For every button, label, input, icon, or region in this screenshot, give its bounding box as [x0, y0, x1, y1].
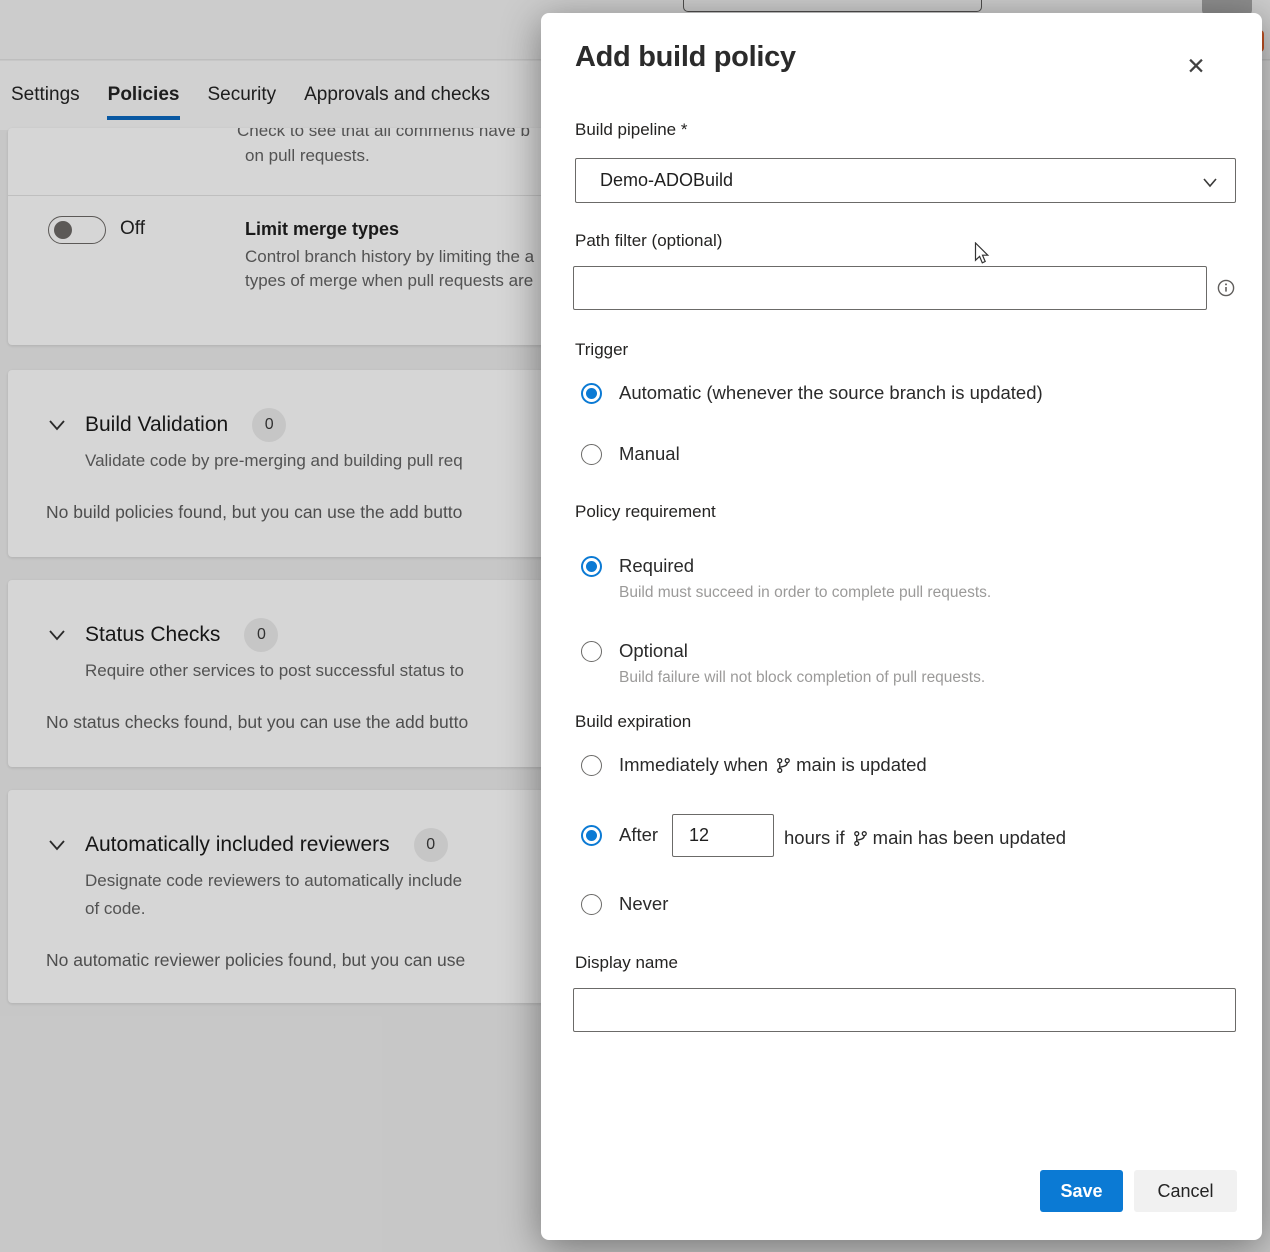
expiration-hours-input[interactable]	[672, 814, 774, 857]
save-button[interactable]: Save	[1040, 1170, 1123, 1212]
add-build-policy-dialog: Add build policy ✕ Build pipeline * Demo…	[541, 13, 1262, 1240]
expiration-after-option[interactable]: After	[581, 825, 658, 846]
radio-label: Required	[619, 555, 694, 577]
radio-unselected[interactable]	[581, 641, 602, 662]
required-desc: Build must succeed in order to complete …	[619, 584, 991, 602]
policy-requirement-label: Policy requirement	[575, 502, 716, 522]
radio-selected[interactable]	[581, 556, 602, 577]
radio-unselected[interactable]	[581, 894, 602, 915]
radio-selected[interactable]	[581, 383, 602, 404]
display-name-label: Display name	[575, 953, 678, 973]
info-icon[interactable]	[1217, 279, 1235, 297]
path-filter-label: Path filter (optional)	[575, 231, 722, 251]
dialog-title: Add build policy	[575, 41, 796, 74]
requirement-required-option[interactable]: Required	[581, 556, 694, 577]
build-pipeline-label: Build pipeline *	[575, 120, 687, 140]
branch-icon	[776, 757, 791, 774]
radio-label: Automatic (whenever the source branch is…	[619, 382, 1043, 404]
trigger-automatic-option[interactable]: Automatic (whenever the source branch is…	[581, 383, 1043, 404]
expiration-never-option[interactable]: Never	[581, 894, 668, 915]
cancel-button[interactable]: Cancel	[1134, 1170, 1237, 1212]
radio-label: Manual	[619, 443, 680, 465]
build-expiration-label: Build expiration	[575, 712, 691, 732]
branch-icon	[853, 830, 868, 847]
radio-label: Never	[619, 893, 668, 915]
requirement-optional-option[interactable]: Optional	[581, 641, 688, 662]
build-pipeline-dropdown[interactable]: Demo-ADOBuild	[575, 158, 1236, 203]
radio-label: After	[619, 824, 658, 846]
radio-unselected[interactable]	[581, 755, 602, 776]
optional-desc: Build failure will not block completion …	[619, 669, 985, 687]
path-filter-input[interactable]	[573, 266, 1207, 310]
after-hours-text: hours ifmain has been updated	[784, 827, 1066, 849]
radio-label: Optional	[619, 640, 688, 662]
radio-selected[interactable]	[581, 825, 602, 846]
build-pipeline-value: Demo-ADOBuild	[600, 170, 733, 191]
trigger-label: Trigger	[575, 340, 628, 360]
close-icon[interactable]: ✕	[1181, 51, 1211, 81]
expiration-immediately-option[interactable]: Immediately whenmain is updated	[581, 755, 927, 776]
trigger-manual-option[interactable]: Manual	[581, 444, 680, 465]
radio-label: Immediately whenmain is updated	[619, 754, 927, 776]
radio-unselected[interactable]	[581, 444, 602, 465]
chevron-down-icon	[1201, 173, 1219, 191]
display-name-input[interactable]	[573, 988, 1236, 1032]
mouse-cursor	[974, 242, 991, 266]
